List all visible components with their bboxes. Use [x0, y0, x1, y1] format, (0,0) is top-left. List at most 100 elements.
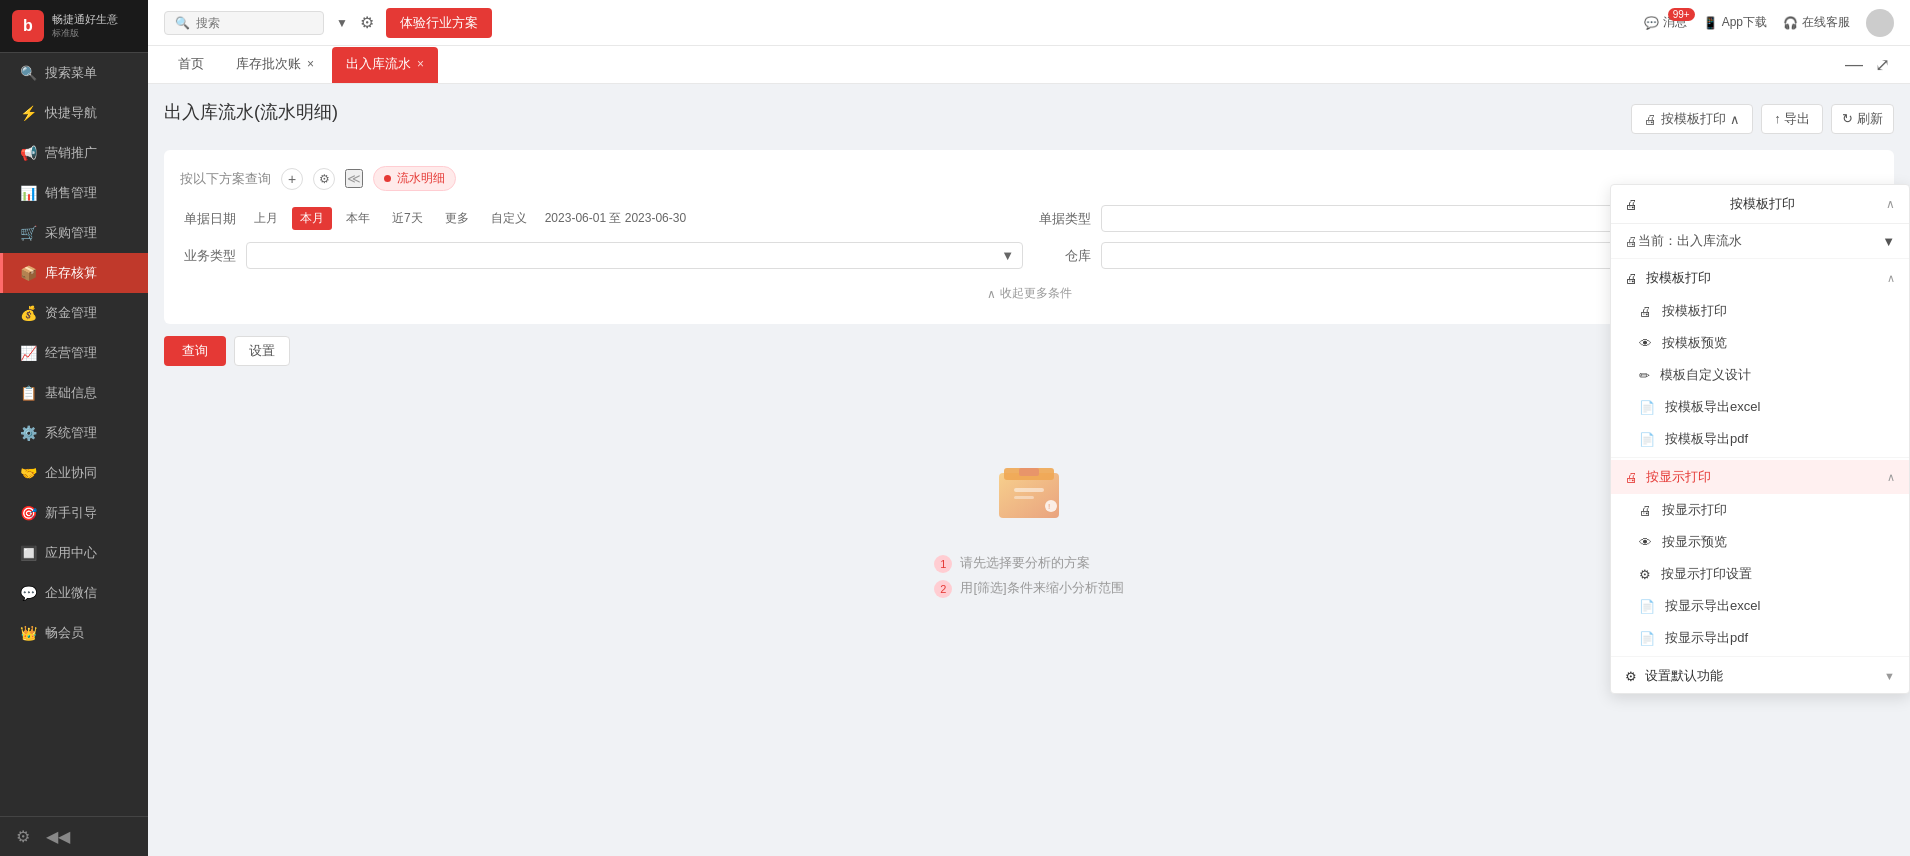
- chevron-up-icon: ∧: [1730, 112, 1740, 127]
- sidebar-item-marketing[interactable]: 📢 营销推广: [0, 133, 148, 173]
- dropdown-current-section[interactable]: 🖨 当前：出入库流水 ▼: [1611, 224, 1909, 256]
- svg-rect-4: [1014, 496, 1034, 499]
- svg-text:!: !: [1048, 502, 1050, 511]
- headphone-icon: 🎧: [1783, 16, 1798, 30]
- logo-area: b 畅捷通好生意 标准版: [0, 0, 148, 53]
- setting-button[interactable]: 设置: [234, 336, 290, 366]
- sidebar-item-search[interactable]: 🔍 搜索菜单: [0, 53, 148, 93]
- search-input[interactable]: [196, 16, 306, 30]
- empty-step-2: 2 用[筛选]条件来缩小分析范围: [934, 579, 1123, 598]
- sidebar-item-basic[interactable]: 📋 基础信息: [0, 373, 148, 413]
- preview-icon: 👁: [1639, 336, 1652, 351]
- header-search-box[interactable]: 🔍: [164, 11, 324, 35]
- search-icon: 🔍: [175, 16, 190, 30]
- tab-minimize-btn[interactable]: —: [1841, 52, 1867, 78]
- user-avatar[interactable]: [1866, 9, 1894, 37]
- display-print-item[interactable]: 🖨 按显示打印: [1611, 494, 1909, 526]
- query-button[interactable]: 查询: [164, 336, 226, 366]
- sidebar-item-quick-nav[interactable]: ⚡ 快捷导航: [0, 93, 148, 133]
- display-excel-item[interactable]: 📄 按显示导出excel: [1611, 590, 1909, 622]
- biz-type-control: ▼: [246, 242, 1023, 269]
- sidebar-item-member[interactable]: 👑 畅会员: [0, 613, 148, 653]
- cart-icon: 🛒: [19, 225, 37, 241]
- sidebar-item-finance[interactable]: 💰 资金管理: [0, 293, 148, 333]
- sidebar-item-wechat[interactable]: 💬 企业微信: [0, 573, 148, 613]
- filter-settings-button[interactable]: ⚙: [313, 168, 335, 190]
- tab-flow[interactable]: 出入库流水 ×: [332, 47, 438, 83]
- sidebar-item-apps[interactable]: 🔲 应用中心: [0, 533, 148, 573]
- pdf-icon: 📄: [1639, 432, 1655, 447]
- add-filter-button[interactable]: +: [281, 168, 303, 190]
- template-print-header[interactable]: 🖨 按模板打印 ∧: [1611, 261, 1909, 295]
- tab-flow-close[interactable]: ×: [417, 57, 424, 71]
- template-preview-item[interactable]: 👁 按模板预览: [1611, 327, 1909, 359]
- empty-step-1: 1 请先选择要分析的方案: [934, 554, 1123, 573]
- target-icon: 🎯: [19, 505, 37, 521]
- crown-icon: 👑: [19, 625, 37, 641]
- header-search-dropdown[interactable]: ▼: [336, 16, 348, 30]
- excel-icon: 📄: [1639, 400, 1655, 415]
- export-button[interactable]: ↑ 导出: [1761, 104, 1823, 134]
- tab-home[interactable]: 首页: [164, 47, 218, 83]
- sidebar-item-system[interactable]: ⚙️ 系统管理: [0, 413, 148, 453]
- tabs-actions: — ⤢: [1841, 52, 1894, 78]
- collapse-button[interactable]: ∧ 收起更多条件: [987, 285, 1072, 302]
- date-tab-7days[interactable]: 近7天: [384, 207, 431, 230]
- app-download-button[interactable]: 📱 App下载: [1703, 14, 1767, 31]
- date-tab-last-month[interactable]: 上月: [246, 207, 286, 230]
- sidebar-item-guide[interactable]: 🎯 新手引导: [0, 493, 148, 533]
- display-print-header[interactable]: 🖨 按显示打印 ∧: [1611, 460, 1909, 494]
- sidebar-item-label: 搜索菜单: [45, 64, 97, 82]
- display-preview-item[interactable]: 👁 按显示预览: [1611, 526, 1909, 558]
- default-settings-item[interactable]: ⚙ 设置默认功能 ▼: [1611, 659, 1909, 693]
- display-pdf-item[interactable]: 📄 按显示导出pdf: [1611, 622, 1909, 654]
- sidebar-item-label: 销售管理: [45, 184, 97, 202]
- print-template-button[interactable]: 🖨 按模板打印 ∧: [1631, 104, 1753, 134]
- handshake-icon: 🤝: [19, 465, 37, 481]
- page-title: 出入库流水(流水明细): [164, 100, 338, 124]
- tab-batch-account[interactable]: 库存批次账 ×: [222, 47, 328, 83]
- message-button[interactable]: 💬 消息 99+: [1644, 14, 1687, 31]
- biz-type-label: 业务类型: [180, 247, 236, 265]
- trial-button[interactable]: 体验行业方案: [386, 8, 492, 38]
- template-pdf-item[interactable]: 📄 按模板导出pdf: [1611, 423, 1909, 455]
- filter-collapse-button[interactable]: ≪: [345, 169, 363, 188]
- display-print-label: 按显示打印: [1662, 501, 1727, 519]
- sidebar-item-operations[interactable]: 📈 经营管理: [0, 333, 148, 373]
- display-print-icon: 🖨: [1625, 470, 1638, 485]
- sidebar-item-inventory[interactable]: 📦 库存核算: [0, 253, 148, 293]
- sidebar-item-sales[interactable]: 📊 销售管理: [0, 173, 148, 213]
- date-tab-custom[interactable]: 自定义: [483, 207, 535, 230]
- sidebar-item-label: 资金管理: [45, 304, 97, 322]
- refresh-button[interactable]: ↻ 刷新: [1831, 104, 1894, 134]
- settings-bottom-icon[interactable]: ⚙: [16, 827, 30, 846]
- display-settings-item[interactable]: ⚙ 按显示打印设置: [1611, 558, 1909, 590]
- dropdown-chevron-up[interactable]: ∧: [1886, 197, 1895, 211]
- date-tab-this-year[interactable]: 本年: [338, 207, 378, 230]
- date-tab-more[interactable]: 更多: [437, 207, 477, 230]
- template-print-item[interactable]: 🖨 按模板打印: [1611, 295, 1909, 327]
- sidebar-item-label: 经营管理: [45, 344, 97, 362]
- online-service-button[interactable]: 🎧 在线客服: [1783, 14, 1850, 31]
- message-icon: 💬: [1644, 16, 1659, 30]
- tab-home-label: 首页: [178, 55, 204, 73]
- message-badge: 99+: [1668, 8, 1695, 21]
- template-custom-item[interactable]: ✏ 模板自定义设计: [1611, 359, 1909, 391]
- biz-type-select[interactable]: ▼: [246, 242, 1023, 269]
- filter-tag: 流水明细: [373, 166, 456, 191]
- sidebar-item-enterprise[interactable]: 🤝 企业协同: [0, 453, 148, 493]
- divider-3: [1611, 656, 1909, 657]
- tab-batch-close[interactable]: ×: [307, 57, 314, 71]
- collapse-sidebar-icon[interactable]: ◀◀: [46, 827, 70, 846]
- header-gear-icon[interactable]: ⚙: [360, 13, 374, 32]
- sidebar-item-purchase[interactable]: 🛒 采购管理: [0, 213, 148, 253]
- main-area: 🔍 ▼ ⚙ 体验行业方案 💬 消息 99+ 📱 App下载 🎧 在线客服: [148, 0, 1910, 856]
- date-tab-this-month[interactable]: 本月: [292, 207, 332, 230]
- default-chevron-icon: ▼: [1884, 670, 1895, 682]
- template-excel-item[interactable]: 📄 按模板导出excel: [1611, 391, 1909, 423]
- sidebar-item-label: 畅会员: [45, 624, 84, 642]
- display-pdf-icon: 📄: [1639, 631, 1655, 646]
- display-settings-label: 按显示打印设置: [1661, 565, 1752, 583]
- svg-point-5: [1045, 500, 1057, 512]
- tab-maximize-btn[interactable]: ⤢: [1871, 52, 1894, 78]
